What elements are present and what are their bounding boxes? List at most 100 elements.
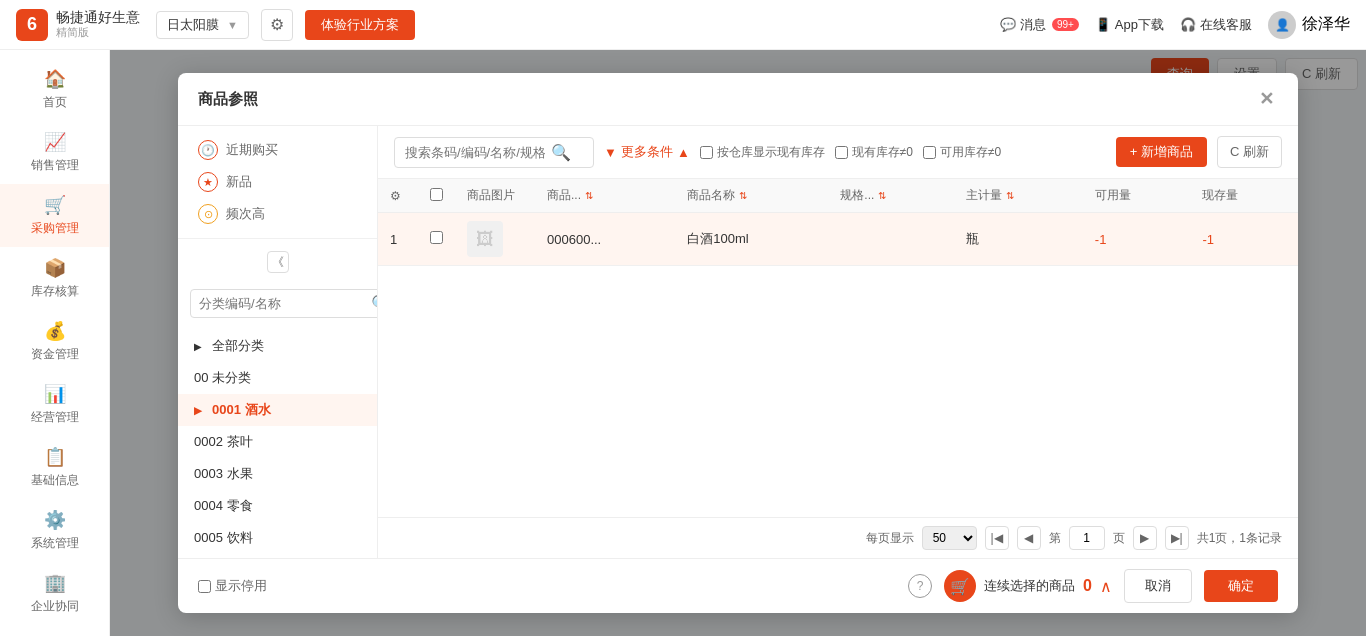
phone-icon: 📱 xyxy=(1095,17,1111,32)
category-search-input[interactable] xyxy=(199,296,367,311)
product-search-input[interactable] xyxy=(405,145,545,160)
category-all[interactable]: ▶ 全部分类 xyxy=(178,330,377,362)
settings-icon[interactable]: ⚙ xyxy=(261,9,293,41)
expand-0001-icon: ▶ xyxy=(194,405,202,416)
sidebar-item-finance[interactable]: 💰 资金管理 xyxy=(0,310,109,373)
page-size-select[interactable]: 50 100 xyxy=(922,526,977,550)
category-0005[interactable]: 0005 饮料 xyxy=(178,522,377,554)
operations-icon: 📊 xyxy=(44,383,66,405)
checkbox-available[interactable]: 现有库存≠0 xyxy=(835,144,913,161)
checkbox-available-label: 现有库存≠0 xyxy=(852,144,913,161)
topbar-right: 💬 消息 99+ 📱 App下载 🎧 在线客服 👤 徐泽华 xyxy=(1000,11,1350,39)
th-stock: 现存量 xyxy=(1190,179,1298,213)
system-icon: ⚙️ xyxy=(44,509,66,531)
category-collapse-btn[interactable]: 《 xyxy=(267,251,289,273)
sidebar-item-sales[interactable]: 📈 销售管理 xyxy=(0,121,109,184)
next-page-btn[interactable]: ▶ xyxy=(1133,526,1157,550)
main-content: 查询 设置 C 刷新 商品参照 ✕ xyxy=(110,50,1366,636)
logo: 6 畅捷通好生意 精简版 xyxy=(16,9,140,41)
quick-filter-recent[interactable]: 🕐 近期购买 xyxy=(190,134,365,166)
th-spec[interactable]: 规格...⇅ xyxy=(828,179,954,213)
usable-checkbox[interactable] xyxy=(923,146,936,159)
sidebar-item-guide[interactable]: 📖 新手引导 xyxy=(0,625,109,636)
first-page-btn[interactable]: |◀ xyxy=(985,526,1009,550)
sidebar-item-purchase[interactable]: 🛒 采购管理 xyxy=(0,184,109,247)
confirm-btn[interactable]: 确定 xyxy=(1204,570,1278,602)
freq-icon: ⊙ xyxy=(198,204,218,224)
trial-button[interactable]: 体验行业方案 xyxy=(305,10,415,40)
expand-icon: ▶ xyxy=(194,341,202,352)
sidebar-item-operations[interactable]: 📊 经营管理 xyxy=(0,373,109,436)
enterprise-icon: 🏢 xyxy=(44,572,66,594)
sidebar: 🏠 首页 📈 销售管理 🛒 采购管理 📦 库存核算 💰 资金管理 📊 经营管理 … xyxy=(0,50,110,636)
category-0001-label: 0001 酒水 xyxy=(212,401,271,419)
th-gear: ⚙ xyxy=(378,179,418,213)
checkbox-warehouse[interactable]: 按仓库显示现有库存 xyxy=(700,144,825,161)
cell-stock: -1 xyxy=(1190,213,1298,266)
sidebar-item-system[interactable]: ⚙️ 系统管理 xyxy=(0,499,109,562)
category-search-icon: 🔍 xyxy=(371,294,378,313)
store-selector[interactable]: 日太阳膜 ▼ xyxy=(156,11,249,39)
message-icon: 💬 xyxy=(1000,17,1016,32)
sidebar-item-enterprise[interactable]: 🏢 企业协同 xyxy=(0,562,109,625)
th-code[interactable]: 商品...⇅ xyxy=(535,179,675,213)
category-00-label: 00 未分类 xyxy=(194,369,251,387)
category-0002[interactable]: 0002 茶叶 xyxy=(178,426,377,458)
quick-filters: 🕐 近期购买 ★ 新品 ⊙ 频次高 xyxy=(178,126,377,239)
category-panel: 🕐 近期购买 ★ 新品 ⊙ 频次高 xyxy=(178,126,378,558)
sidebar-label-basic-info: 基础信息 xyxy=(31,472,79,489)
more-filter-btn[interactable]: ▼ 更多条件 ▲ xyxy=(604,143,690,161)
total-info: 共1页，1条记录 xyxy=(1197,530,1282,547)
collapse-cart-icon[interactable]: ∧ xyxy=(1100,577,1112,596)
logo-main-text: 畅捷通好生意 xyxy=(56,9,140,26)
sidebar-item-home[interactable]: 🏠 首页 xyxy=(0,58,109,121)
checkbox-usable[interactable]: 可用库存≠0 xyxy=(923,144,1001,161)
sidebar-item-basic-info[interactable]: 📋 基础信息 xyxy=(0,436,109,499)
user-avatar-area[interactable]: 👤 徐泽华 xyxy=(1268,11,1350,39)
th-name[interactable]: 商品名称⇅ xyxy=(675,179,828,213)
row-checkbox[interactable] xyxy=(430,231,443,244)
page-number-input[interactable] xyxy=(1069,526,1105,550)
prev-page-btn[interactable]: ◀ xyxy=(1017,526,1041,550)
messages-btn[interactable]: 💬 消息 99+ xyxy=(1000,16,1079,34)
purchase-icon: 🛒 xyxy=(44,194,66,216)
cancel-btn[interactable]: 取消 xyxy=(1124,569,1192,603)
refresh-btn[interactable]: C 刷新 xyxy=(1217,136,1282,168)
app-body: 🏠 首页 📈 销售管理 🛒 采购管理 📦 库存核算 💰 资金管理 📊 经营管理 … xyxy=(0,50,1366,636)
category-0003[interactable]: 0003 水果 xyxy=(178,458,377,490)
modal-footer: 显示停用 ? 🛒 连续选择的商品 0 ∧ 取消 确定 xyxy=(178,558,1298,613)
help-icon[interactable]: ? xyxy=(908,574,932,598)
select-all-checkbox[interactable] xyxy=(430,188,443,201)
quick-filter-freq-label: 频次高 xyxy=(226,205,265,223)
th-unit[interactable]: 主计量⇅ xyxy=(954,179,1083,213)
page-size-label: 每页显示 xyxy=(866,530,914,547)
search-toolbar: 🔍 ▼ 更多条件 ▲ 按仓库显示现有库存 xyxy=(378,126,1298,179)
add-product-btn[interactable]: + 新增商品 xyxy=(1116,137,1207,167)
sidebar-label-system: 系统管理 xyxy=(31,535,79,552)
warehouse-checkbox[interactable] xyxy=(700,146,713,159)
th-image: 商品图片 xyxy=(455,179,535,213)
quick-filter-new[interactable]: ★ 新品 xyxy=(190,166,365,198)
category-0001[interactable]: ▶ 0001 酒水 xyxy=(178,394,377,426)
quick-filter-freq[interactable]: ⊙ 频次高 xyxy=(190,198,365,230)
disabled-checkbox[interactable] xyxy=(198,580,211,593)
sidebar-item-inventory[interactable]: 📦 库存核算 xyxy=(0,247,109,310)
sidebar-label-sales: 销售管理 xyxy=(31,157,79,174)
category-list: ▶ 全部分类 00 未分类 ▶ 0001 酒水 0002 茶 xyxy=(178,322,377,558)
cart-icon[interactable]: 🛒 xyxy=(944,570,976,602)
online-service-btn[interactable]: 🎧 在线客服 xyxy=(1180,16,1252,34)
show-disabled-label: 显示停用 xyxy=(215,577,267,595)
available-checkbox[interactable] xyxy=(835,146,848,159)
category-0005-label: 0005 饮料 xyxy=(194,529,253,547)
notif-badge: 99+ xyxy=(1052,18,1079,31)
table-row[interactable]: 1 🖼 xyxy=(378,213,1298,266)
cell-checkbox[interactable] xyxy=(418,213,455,266)
show-disabled-checkbox[interactable]: 显示停用 xyxy=(198,577,267,595)
product-table-wrap: ⚙ 商品图片 商品...⇅ xyxy=(378,179,1298,517)
category-0004[interactable]: 0004 零食 xyxy=(178,490,377,522)
app-download-btn[interactable]: 📱 App下载 xyxy=(1095,16,1164,34)
last-page-btn[interactable]: ▶| xyxy=(1165,526,1189,550)
modal-close-btn[interactable]: ✕ xyxy=(1254,87,1278,111)
category-00[interactable]: 00 未分类 xyxy=(178,362,377,394)
filter-up-icon: ▲ xyxy=(677,145,690,160)
